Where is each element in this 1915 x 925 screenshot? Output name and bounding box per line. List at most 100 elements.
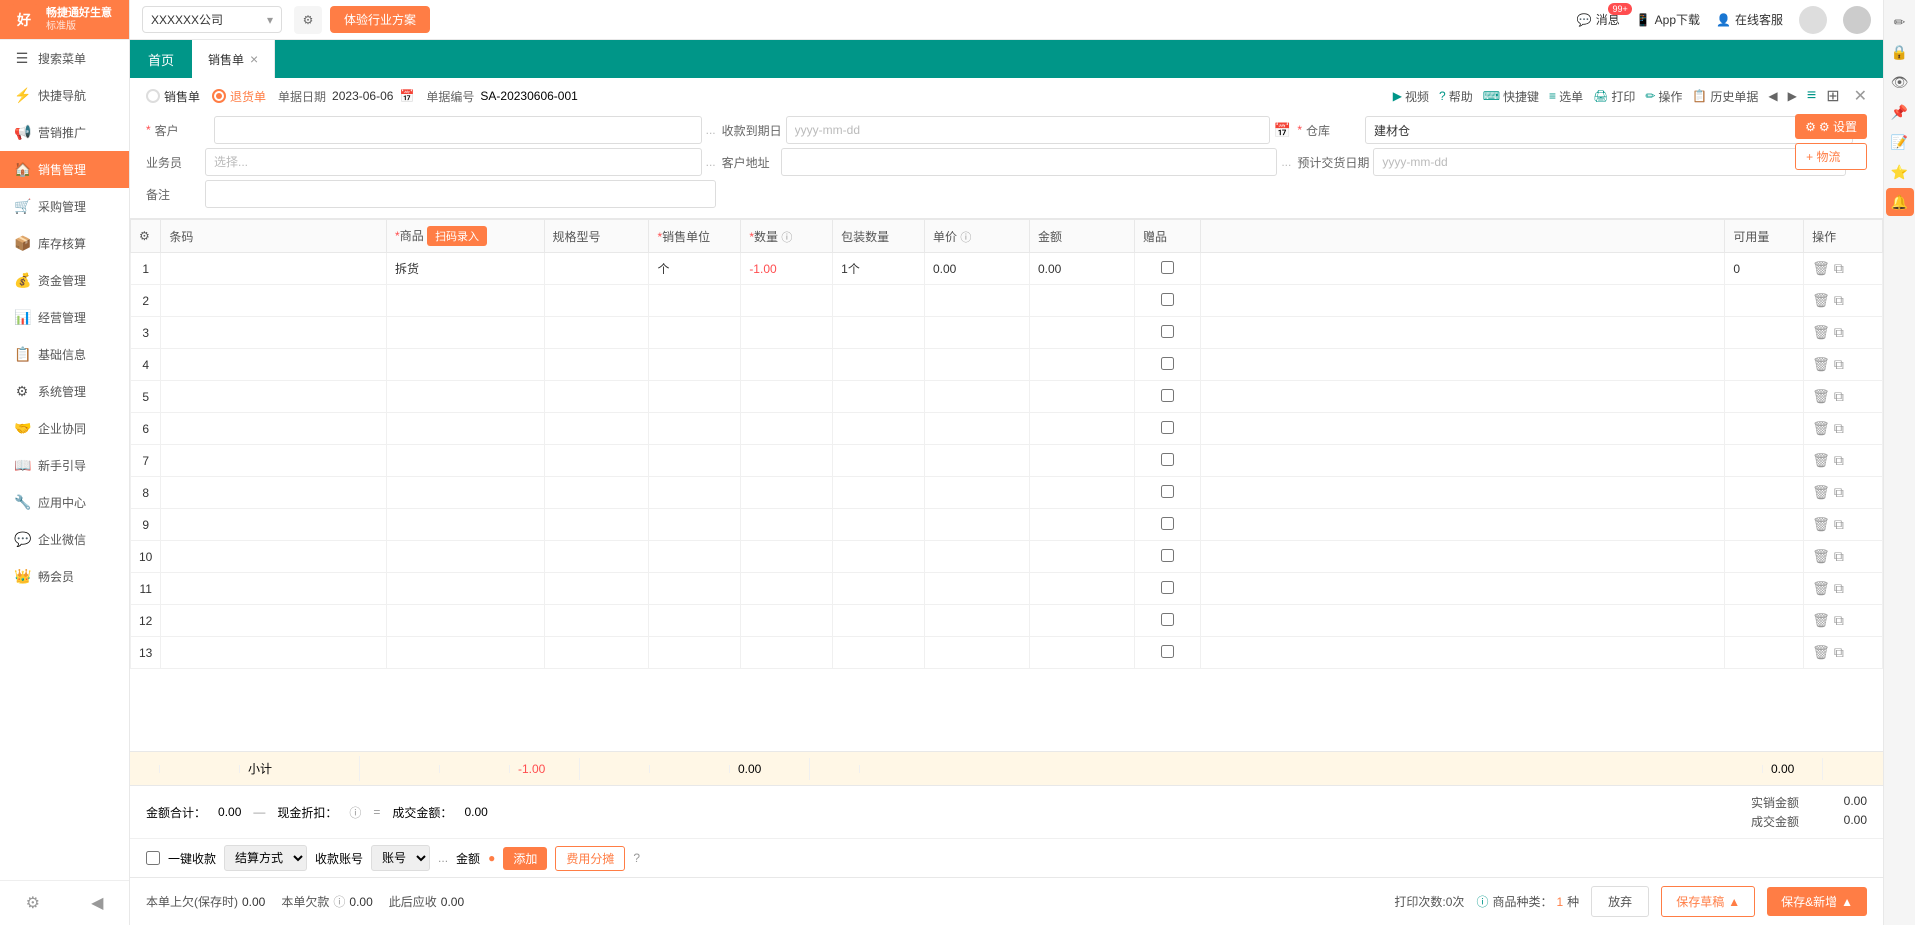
row-gift[interactable]	[1134, 285, 1200, 317]
copy-row-btn[interactable]: ⧉	[1834, 420, 1844, 437]
sidebar-item-marketing[interactable]: 📢 营销推广	[0, 114, 129, 151]
row-spec[interactable]	[544, 381, 649, 413]
sidebar-item-sales[interactable]: 🏠 销售管理	[0, 151, 129, 188]
sidebar-item-baseinfo[interactable]: 📋 基础信息	[0, 336, 129, 373]
print-btn[interactable]: 🖨 打印	[1593, 88, 1635, 105]
account-select[interactable]: 账号	[371, 845, 430, 871]
row-price[interactable]	[925, 509, 1030, 541]
avatar2[interactable]	[1843, 6, 1871, 34]
row-amount[interactable]	[1029, 413, 1134, 445]
row-qty[interactable]	[741, 317, 833, 349]
row-pkgqty[interactable]	[833, 413, 925, 445]
row-qty[interactable]	[741, 541, 833, 573]
customer-suffix-icon[interactable]: ...	[706, 123, 716, 137]
row-price[interactable]	[925, 445, 1030, 477]
sidebar-item-finance[interactable]: 💰 资金管理	[0, 262, 129, 299]
view-grid-btn[interactable]: ⊞	[1826, 86, 1839, 106]
copy-row-btn[interactable]: ⧉	[1834, 612, 1844, 629]
customer-addr-input[interactable]	[781, 148, 1278, 176]
row-barcode[interactable]	[161, 253, 387, 285]
row-unit[interactable]	[649, 573, 741, 605]
delete-row-btn[interactable]: 🗑	[1812, 516, 1830, 533]
operation-btn[interactable]: ✏ 操作	[1645, 88, 1682, 105]
settings-gear-btn[interactable]: ⚙	[294, 6, 322, 34]
calendar2-icon[interactable]: 📅	[1274, 122, 1291, 139]
row-amount[interactable]	[1029, 381, 1134, 413]
row-qty[interactable]	[741, 477, 833, 509]
sidebar-item-quicknav[interactable]: ⚡ 快捷导航	[0, 77, 129, 114]
row-unit[interactable]	[649, 285, 741, 317]
row-barcode[interactable]	[161, 509, 387, 541]
row-price[interactable]	[925, 413, 1030, 445]
history-btn[interactable]: 📋 历史单据	[1692, 88, 1758, 105]
copy-row-btn[interactable]: ⧉	[1834, 260, 1844, 277]
warehouse-input[interactable]	[1365, 116, 1853, 144]
sidebar-item-system[interactable]: ⚙ 系统管理	[0, 373, 129, 410]
row-pkgqty[interactable]	[833, 477, 925, 509]
row-price[interactable]	[925, 637, 1030, 669]
row-gift[interactable]	[1134, 317, 1200, 349]
copy-row-btn[interactable]: ⧉	[1834, 452, 1844, 469]
row-pkgqty[interactable]	[833, 285, 925, 317]
row-gift[interactable]	[1134, 541, 1200, 573]
row-unit[interactable]	[649, 541, 741, 573]
row-unit[interactable]	[649, 477, 741, 509]
abandon-btn[interactable]: 放弃	[1591, 886, 1649, 917]
payment-method-select[interactable]: 结算方式	[224, 845, 307, 871]
row-product[interactable]	[387, 317, 544, 349]
settings-bottom-btn[interactable]: ⚙	[18, 889, 48, 917]
nav-next-btn[interactable]: ▶	[1788, 89, 1797, 103]
addr-suffix-icon[interactable]: ...	[1281, 155, 1291, 169]
help-btn[interactable]: ? 帮助	[1439, 88, 1473, 105]
row-amount[interactable]	[1029, 477, 1134, 509]
row-spec[interactable]	[544, 349, 649, 381]
view-list-btn[interactable]: ≡	[1807, 87, 1816, 105]
row-product[interactable]: 拆货	[387, 253, 544, 285]
debit-help-icon[interactable]: ⓘ	[333, 893, 345, 910]
row-price[interactable]: 0.00	[925, 253, 1030, 285]
row-unit[interactable]	[649, 637, 741, 669]
calendar-icon[interactable]: 📅	[399, 89, 414, 103]
row-amount[interactable]	[1029, 285, 1134, 317]
save-new-btn[interactable]: 保存&新增 ▲	[1767, 887, 1867, 916]
row-price[interactable]	[925, 285, 1030, 317]
row-amount[interactable]	[1029, 317, 1134, 349]
copy-row-btn[interactable]: ⧉	[1834, 388, 1844, 405]
row-amount[interactable]	[1029, 573, 1134, 605]
row-pkgqty[interactable]	[833, 317, 925, 349]
row-price[interactable]	[925, 477, 1030, 509]
collapse-btn[interactable]: ◀	[83, 889, 111, 917]
row-barcode[interactable]	[161, 285, 387, 317]
right-panel-eye-btn[interactable]: 👁	[1886, 68, 1914, 96]
row-unit[interactable]	[649, 413, 741, 445]
copy-row-btn[interactable]: ⧉	[1834, 644, 1844, 661]
row-barcode[interactable]	[161, 317, 387, 349]
row-amount[interactable]	[1029, 349, 1134, 381]
row-spec[interactable]	[544, 477, 649, 509]
row-amount[interactable]	[1029, 509, 1134, 541]
tab-home[interactable]: 首页	[130, 40, 192, 78]
row-qty[interactable]	[741, 413, 833, 445]
row-spec[interactable]	[544, 253, 649, 285]
row-barcode[interactable]	[161, 413, 387, 445]
row-qty[interactable]	[741, 285, 833, 317]
row-gift[interactable]	[1134, 445, 1200, 477]
shortcut-btn[interactable]: ⌨ 快捷键	[1483, 88, 1539, 105]
expense-btn[interactable]: 费用分摊	[555, 846, 625, 871]
row-amount[interactable]	[1029, 541, 1134, 573]
row-gift[interactable]	[1134, 253, 1200, 285]
row-unit[interactable]	[649, 381, 741, 413]
row-amount[interactable]	[1029, 605, 1134, 637]
row-gift[interactable]	[1134, 349, 1200, 381]
product-type-icon[interactable]: ⓘ	[1476, 893, 1488, 910]
row-spec[interactable]	[544, 509, 649, 541]
video-btn[interactable]: ▶ 视频	[1393, 88, 1429, 105]
copy-row-btn[interactable]: ⧉	[1834, 356, 1844, 373]
row-barcode[interactable]	[161, 477, 387, 509]
nav-prev-btn[interactable]: ◀	[1768, 89, 1777, 103]
row-pkgqty[interactable]	[833, 349, 925, 381]
row-product[interactable]	[387, 605, 544, 637]
payment-help-icon[interactable]: ?	[633, 851, 640, 865]
setup-btn[interactable]: ⚙ ⚙ 设置	[1795, 114, 1867, 139]
tab-sales[interactable]: 销售单 ×	[192, 40, 275, 78]
